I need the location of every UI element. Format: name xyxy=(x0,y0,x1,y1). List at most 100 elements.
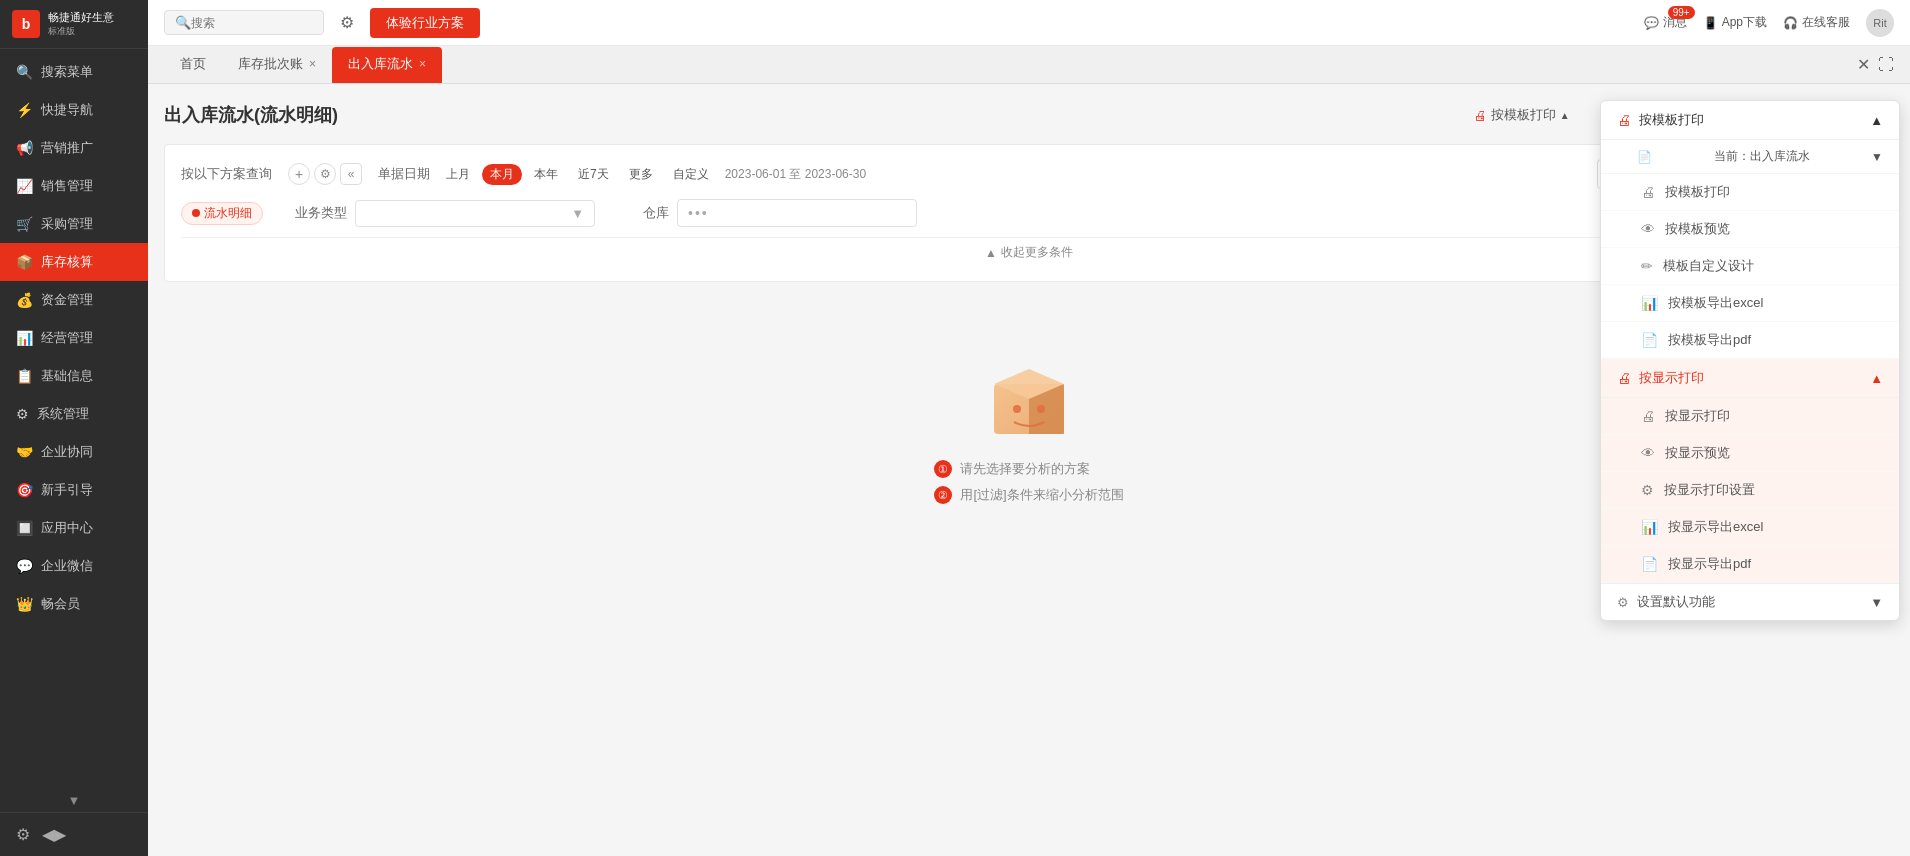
sidebar-item-label: 快捷导航 xyxy=(41,101,93,119)
display-print-settings-item[interactable]: ⚙ 按显示打印设置 xyxy=(1601,472,1899,509)
basic-icon: 📋 xyxy=(16,368,33,384)
filter-collapse-btn[interactable]: « xyxy=(340,163,362,185)
tabs-close-btn[interactable]: ✕ xyxy=(1857,55,1870,74)
display-print-section-icon: 🖨 xyxy=(1617,370,1631,386)
template-print-label: 按模板打印 xyxy=(1491,106,1556,124)
warehouse-label: 仓库 xyxy=(643,204,669,222)
template-custom-label: 模板自定义设计 xyxy=(1663,257,1754,275)
biz-type-arrow-icon: ▼ xyxy=(571,206,584,221)
topbar-gear-icon[interactable]: ⚙ xyxy=(332,13,362,32)
preview-icon: 👁 xyxy=(1641,221,1655,237)
tab-flow[interactable]: 出入库流水 × xyxy=(332,47,442,83)
sales-icon: 📈 xyxy=(16,178,33,194)
display-preview-icon: 👁 xyxy=(1641,445,1655,461)
app-download-btn[interactable]: 📱 App下载 xyxy=(1703,14,1767,31)
printer-icon: 🖨 xyxy=(1474,108,1487,123)
template-print-btn[interactable]: 🖨 按模板打印 ▲ xyxy=(1466,102,1578,128)
tab-flow-label: 出入库流水 xyxy=(348,55,413,73)
settings-icon[interactable]: ⚙ xyxy=(16,825,30,844)
display-print-section-header[interactable]: 🖨 按显示打印 ▲ xyxy=(1601,359,1899,398)
template-export-excel-item[interactable]: 📊 按模板导出excel xyxy=(1601,285,1899,322)
filter-setting-btn[interactable]: ⚙ xyxy=(314,163,336,185)
sidebar: b 畅捷通好生意 标准版 🔍搜索菜单⚡快捷导航📢营销推广📈销售管理🛒采购管理📦库… xyxy=(0,0,148,856)
topbar-search-box[interactable]: 🔍 xyxy=(164,10,324,35)
display-print-item[interactable]: 🖨 按显示打印 xyxy=(1601,398,1899,435)
current-template-label: 当前：出入库流水 xyxy=(1714,148,1810,165)
topbar-left: 🔍 ⚙ 体验行业方案 xyxy=(164,8,1644,38)
template-print-section-header[interactable]: 🖨 按模板打印 ▲ xyxy=(1601,101,1899,140)
date-tab-custom[interactable]: 自定义 xyxy=(665,164,717,185)
sidebar-item-label: 采购管理 xyxy=(41,215,93,233)
search-input[interactable] xyxy=(191,16,311,30)
date-tab-this-month[interactable]: 本月 xyxy=(482,164,522,185)
dropdown-footer[interactable]: ⚙ 设置默认功能 ▼ xyxy=(1601,583,1899,620)
template-custom-item[interactable]: ✏ 模板自定义设计 xyxy=(1601,248,1899,285)
step-2-num: ② xyxy=(934,486,952,504)
user-avatar-btn[interactable]: Rit xyxy=(1866,9,1894,37)
sidebar-item-purchase[interactable]: 🛒采购管理 xyxy=(0,205,148,243)
empty-step-2: ② 用[过滤]条件来缩小分析范围 xyxy=(934,482,1123,508)
sidebar-item-basic[interactable]: 📋基础信息 xyxy=(0,357,148,395)
template-export-pdf-item[interactable]: 📄 按模板导出pdf xyxy=(1601,322,1899,359)
finance-icon: 💰 xyxy=(16,292,33,308)
svg-point-4 xyxy=(1037,405,1045,413)
sidebar-item-label: 资金管理 xyxy=(41,291,93,309)
industry-btn[interactable]: 体验行业方案 xyxy=(370,8,480,38)
collapse-more-label: 收起更多条件 xyxy=(1001,244,1073,261)
sidebar-scroll-down[interactable]: ▼ xyxy=(0,789,148,812)
sidebar-item-operation[interactable]: 📊经营管理 xyxy=(0,319,148,357)
tabs-expand-btn[interactable]: ⛶ xyxy=(1878,56,1894,74)
date-tab-last-month[interactable]: 上月 xyxy=(438,164,478,185)
user-name: Rit xyxy=(1873,17,1886,29)
date-tab-more[interactable]: 更多 xyxy=(621,164,661,185)
sidebar-item-shortcut[interactable]: ⚡快捷导航 xyxy=(0,91,148,129)
online-service-btn[interactable]: 🎧 在线客服 xyxy=(1783,14,1850,31)
display-export-pdf-item[interactable]: 📄 按显示导出pdf xyxy=(1601,546,1899,583)
tab-home[interactable]: 首页 xyxy=(164,47,222,83)
sidebar-item-system[interactable]: ⚙系统管理 xyxy=(0,395,148,433)
date-filter: 单据日期 上月 本月 本年 近7天 更多 自定义 2023-06-01 至 20… xyxy=(378,164,866,185)
sidebar-item-label: 库存核算 xyxy=(41,253,93,271)
pdf-icon: 📄 xyxy=(1641,332,1658,348)
display-preview-item[interactable]: 👁 按显示预览 xyxy=(1601,435,1899,472)
current-template-arrow: ▼ xyxy=(1871,150,1883,164)
sidebar-item-inventory[interactable]: 📦库存核算 xyxy=(0,243,148,281)
tab-batch[interactable]: 库存批次账 × xyxy=(222,47,332,83)
sidebar-item-sales[interactable]: 📈销售管理 xyxy=(0,167,148,205)
template-print-section-label: 按模板打印 xyxy=(1639,111,1704,129)
warehouse-select[interactable]: ••• xyxy=(677,199,917,227)
active-filter-tag[interactable]: 流水明细 xyxy=(181,202,263,225)
current-template-item[interactable]: 📄 当前：出入库流水 ▼ xyxy=(1601,140,1899,174)
collab-icon: 🤝 xyxy=(16,444,33,460)
display-settings-icon: ⚙ xyxy=(1641,482,1654,498)
biz-type-select[interactable]: ▼ xyxy=(355,200,595,227)
sidebar-item-finance[interactable]: 💰 资金管理 xyxy=(0,281,148,319)
date-tab-7days[interactable]: 近7天 xyxy=(570,164,617,185)
template-icon: 📄 xyxy=(1637,150,1652,164)
collapse-sidebar-icon[interactable]: ◀▶ xyxy=(42,825,66,844)
wechat-icon: 💬 xyxy=(16,558,33,574)
template-preview-item[interactable]: 👁 按模板预览 xyxy=(1601,211,1899,248)
filter-add-btn[interactable]: + xyxy=(288,163,310,185)
tab-flow-close[interactable]: × xyxy=(419,57,426,71)
display-export-excel-item[interactable]: 📊 按显示导出excel xyxy=(1601,509,1899,546)
sidebar-item-appstore[interactable]: 🔲应用中心 xyxy=(0,509,148,547)
date-tab-this-year[interactable]: 本年 xyxy=(526,164,566,185)
sidebar-item-marketing[interactable]: 📢营销推广 xyxy=(0,129,148,167)
user-avatar: Rit xyxy=(1866,9,1894,37)
message-btn[interactable]: 💬 消息 99+ xyxy=(1644,14,1687,31)
template-print-item[interactable]: 🖨 按模板打印 xyxy=(1601,174,1899,211)
app-download-icon: 📱 xyxy=(1703,16,1718,30)
tabs-right-controls: ✕ ⛶ xyxy=(1857,55,1894,74)
sidebar-item-collab[interactable]: 🤝企业协同 xyxy=(0,433,148,471)
sidebar-item-guide[interactable]: 🎯新手引导 xyxy=(0,471,148,509)
tab-batch-close[interactable]: × xyxy=(309,57,316,71)
sidebar-item-member[interactable]: 👑畅会员 xyxy=(0,585,148,623)
svg-point-3 xyxy=(1013,405,1021,413)
sidebar-item-wechat[interactable]: 💬企业微信 xyxy=(0,547,148,585)
display-print-section-label: 按显示打印 xyxy=(1639,369,1704,387)
sidebar-item-search[interactable]: 🔍搜索菜单 xyxy=(0,53,148,91)
sidebar-item-label: 新手引导 xyxy=(41,481,93,499)
template-print-item-label: 按模板打印 xyxy=(1665,183,1730,201)
message-badge: 99+ xyxy=(1668,6,1695,19)
